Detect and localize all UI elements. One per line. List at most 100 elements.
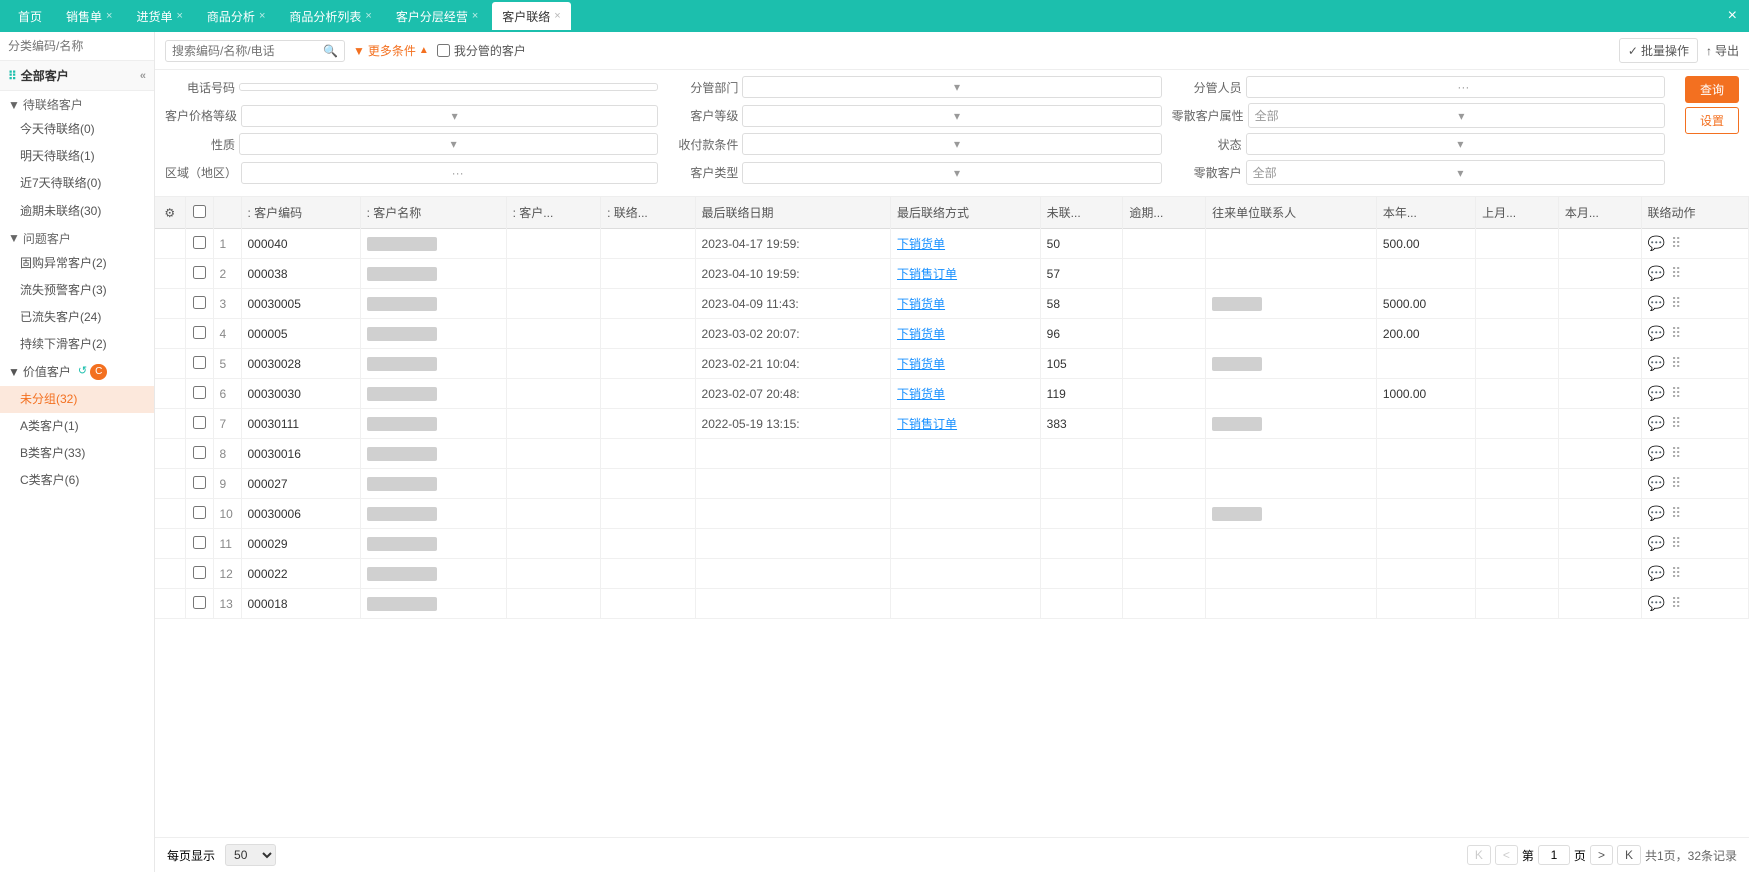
col-settings[interactable]: ⚙ [155,197,185,229]
more-icon-3[interactable]: ⠿ [1671,325,1681,342]
contact-method-link-6[interactable]: 下销售订单 [897,417,957,431]
filter-customer-level-select[interactable]: ▾ [742,105,1161,127]
message-icon-10[interactable]: 💬 [1648,535,1665,552]
tab-purchase[interactable]: 进货单 × [126,2,192,30]
more-icon-4[interactable]: ⠿ [1671,355,1681,372]
sidebar-item-overdue-pending[interactable]: 逾期未联络(30) [0,198,154,225]
filter-payment-select[interactable]: ▾ [742,133,1161,155]
tab-product-analysis-list[interactable]: 商品分析列表 × [279,2,381,30]
contact-method-link-1[interactable]: 下销售订单 [897,267,957,281]
row-checkbox-5[interactable] [193,386,206,399]
more-icon-8[interactable]: ⠿ [1671,475,1681,492]
col-overdue[interactable]: 逾期... [1123,197,1206,229]
more-icon-2[interactable]: ⠿ [1671,295,1681,312]
col-last-contact-method[interactable]: 最后联络方式 [891,197,1041,229]
last-page-button[interactable]: K [1617,845,1641,865]
contact-method-link-4[interactable]: 下销货单 [897,357,945,371]
col-last-contact-date[interactable]: 最后联络日期 [695,197,891,229]
sidebar-item-unassigned[interactable]: 未分组(32) [0,386,154,413]
filter-person-input[interactable]: ··· [1246,76,1665,98]
page-size-select[interactable]: 50 100 200 [225,844,276,866]
tab-product-analysis[interactable]: 商品分析 × [197,2,275,30]
row-checkbox-9[interactable] [193,506,206,519]
more-icon-7[interactable]: ⠿ [1671,445,1681,462]
batch-ops-button[interactable]: ✓ 批量操作 [1619,38,1698,63]
tab-sales[interactable]: 销售单 × [56,2,122,30]
row-checkbox-6[interactable] [193,416,206,429]
settings-icon[interactable]: ⚙ [164,206,175,220]
sidebar-collapse-icon[interactable]: « [140,70,146,82]
tab-sales-close[interactable]: × [106,10,112,22]
search-icon[interactable]: 🔍 [323,44,338,58]
row-checkbox-0[interactable] [193,236,206,249]
filter-retail-attr-select[interactable]: 全部 ▾ [1248,103,1665,128]
sidebar-item-class-c[interactable]: C类客户(6) [0,467,154,494]
row-checkbox-3[interactable] [193,326,206,339]
more-icon-10[interactable]: ⠿ [1671,535,1681,552]
col-unit-contact[interactable]: 往来单位联系人 [1206,197,1377,229]
pending-contact-group[interactable]: ▼ 待联络客户 [0,91,154,116]
region-more-icon[interactable]: ··· [452,166,652,180]
col-not-contacted[interactable]: 未联... [1040,197,1123,229]
col-this-month[interactable]: 本月... [1558,197,1641,229]
search-input[interactable] [172,44,319,58]
col-code[interactable]: : 客户编码 [241,197,360,229]
message-icon-12[interactable]: 💬 [1648,595,1665,612]
more-icon-1[interactable]: ⠿ [1671,265,1681,282]
message-icon-1[interactable]: 💬 [1648,265,1665,282]
my-customers-toggle[interactable]: 我分管的客户 [437,42,526,59]
message-icon-0[interactable]: 💬 [1648,235,1665,252]
first-page-button[interactable]: K [1467,845,1491,865]
problem-customers-group[interactable]: ▼ 问题客户 [0,225,154,250]
col-type[interactable]: : 客户... [506,197,600,229]
sidebar-item-class-a[interactable]: A类客户(1) [0,413,154,440]
close-all-tabs-button[interactable]: × [1724,7,1741,25]
sidebar-search-input[interactable] [8,39,155,53]
message-icon-2[interactable]: 💬 [1648,295,1665,312]
prev-page-button[interactable]: < [1495,845,1518,865]
sidebar-item-lost[interactable]: 已流失客户(24) [0,304,154,331]
row-checkbox-2[interactable] [193,296,206,309]
contact-method-link-0[interactable]: 下销货单 [897,237,945,251]
row-checkbox-10[interactable] [193,536,206,549]
filter-dept-select[interactable]: ▾ [742,76,1161,98]
col-contact[interactable]: : 联络... [601,197,695,229]
all-customers-header[interactable]: ⠿ 全部客户 « [0,61,154,91]
row-checkbox-12[interactable] [193,596,206,609]
query-button[interactable]: 查询 [1685,76,1739,103]
row-checkbox-1[interactable] [193,266,206,279]
tab-product-analysis-list-close[interactable]: × [365,10,371,22]
col-last-month[interactable]: 上月... [1476,197,1559,229]
value-refresh-icon[interactable]: ↺ [78,363,87,381]
contact-method-link-5[interactable]: 下销货单 [897,387,945,401]
filter-customer-type-select[interactable]: ▾ [742,162,1161,184]
tab-customer-contact[interactable]: 客户联络 × [492,2,570,30]
message-icon-4[interactable]: 💬 [1648,355,1665,372]
tab-customer-contact-close[interactable]: × [554,10,560,22]
tab-customer-segment-close[interactable]: × [472,10,478,22]
sidebar-item-class-b[interactable]: B类客户(33) [0,440,154,467]
sidebar-item-today-pending[interactable]: 今天待联络(0) [0,116,154,143]
my-customers-checkbox[interactable] [437,44,450,57]
sidebar-item-7days-pending[interactable]: 近7天待联络(0) [0,170,154,197]
tab-purchase-close[interactable]: × [176,10,182,22]
filter-region-input[interactable]: ··· [241,162,658,184]
more-icon-12[interactable]: ⠿ [1671,595,1681,612]
message-icon-7[interactable]: 💬 [1648,445,1665,462]
row-checkbox-4[interactable] [193,356,206,369]
sidebar-item-abnormal[interactable]: 固购异常客户(2) [0,250,154,277]
sidebar-item-churn-warning[interactable]: 流失预警客户(3) [0,277,154,304]
sidebar-item-tomorrow-pending[interactable]: 明天待联络(1) [0,143,154,170]
reset-button[interactable]: 设置 [1685,107,1739,134]
more-conditions-button[interactable]: ▼ 更多条件 ▲ [353,42,429,59]
page-number-input[interactable] [1538,845,1570,865]
message-icon-5[interactable]: 💬 [1648,385,1665,402]
contact-method-link-3[interactable]: 下销货单 [897,327,945,341]
select-all-checkbox[interactable] [193,205,206,218]
filter-status-select[interactable]: ▾ [1246,133,1665,155]
more-icon-5[interactable]: ⠿ [1671,385,1681,402]
more-icon-9[interactable]: ⠿ [1671,505,1681,522]
row-checkbox-8[interactable] [193,476,206,489]
sidebar-item-declining[interactable]: 持续下滑客户(2) [0,331,154,358]
export-button[interactable]: ↑ 导出 [1706,42,1739,59]
